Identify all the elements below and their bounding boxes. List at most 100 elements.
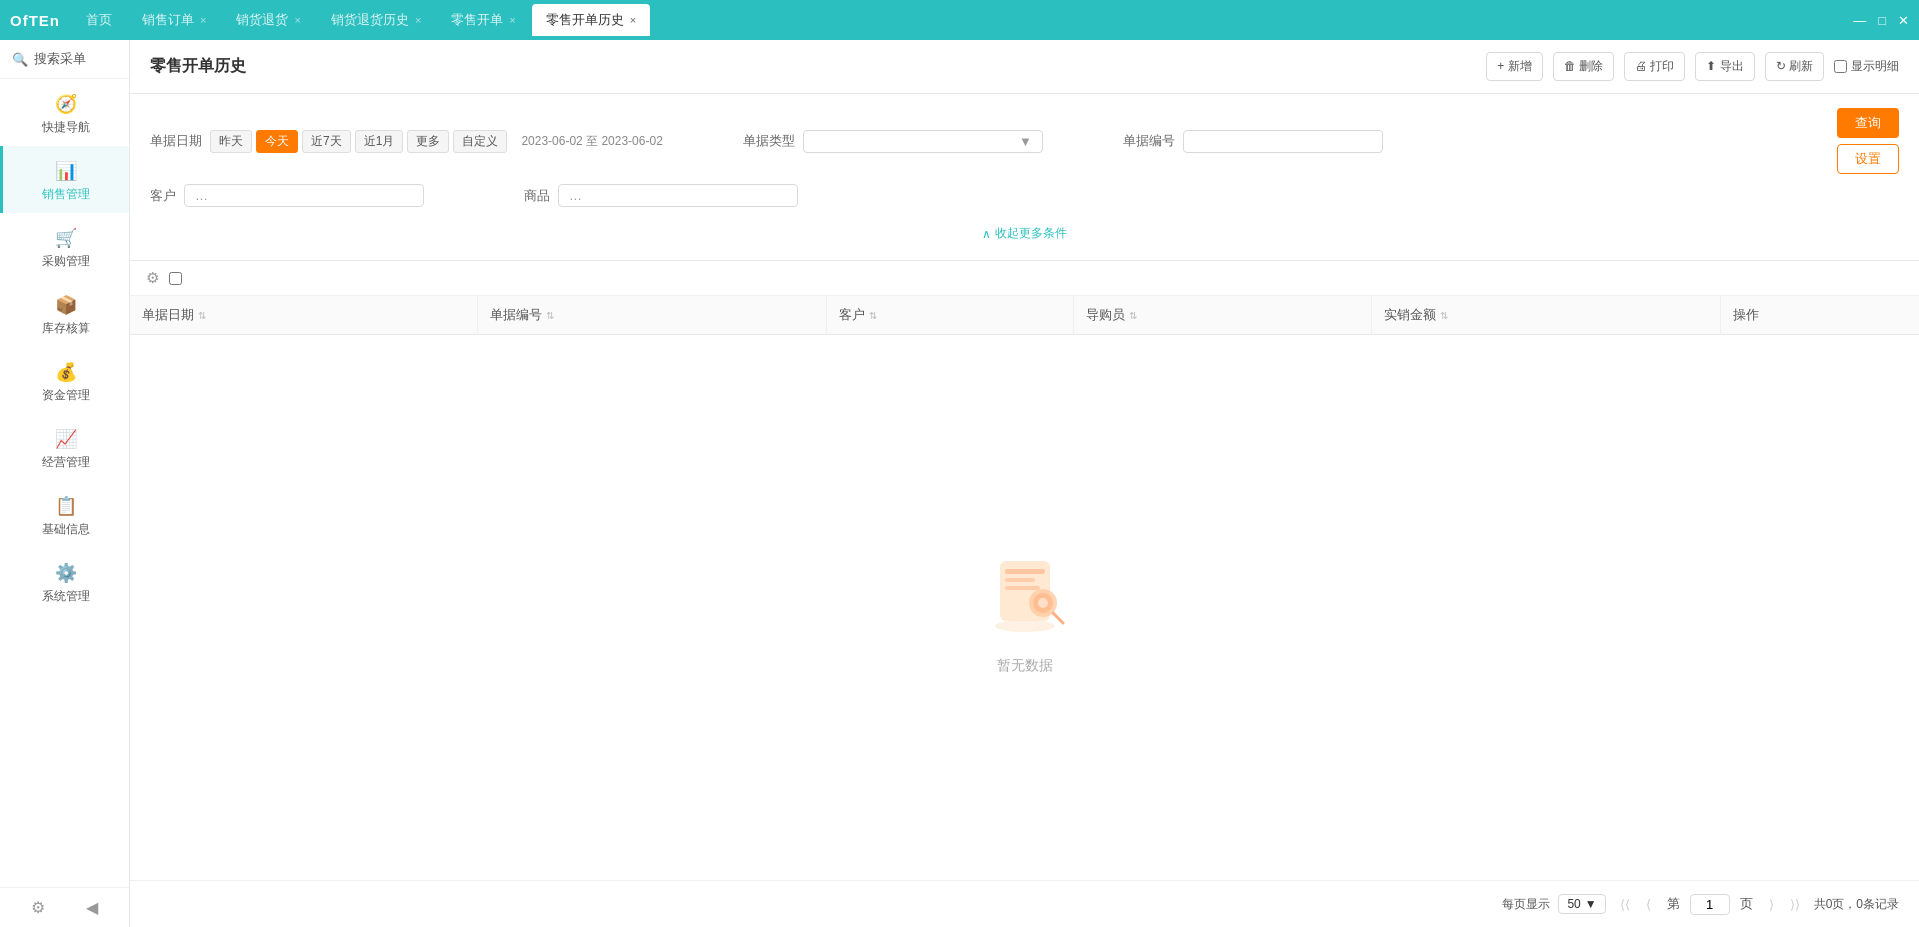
bill-type-label: 单据类型 (743, 132, 795, 150)
sidebar-item-finance[interactable]: 💰资金管理 (0, 347, 129, 414)
tab-sales-return[interactable]: 销货退货 × (222, 4, 314, 36)
page-nav: ⟨⟨ ⟨ 第 页 ⟩ ⟩⟩ (1614, 893, 1806, 915)
col-sort-customer[interactable]: 客户⇅ (839, 306, 1061, 324)
main-layout: 🔍 搜索采单 🧭快捷导航 📊 销售管理 🛒采购管理📦库存核算💰资金管理📈经营管理📋基础… (0, 40, 1919, 927)
bill-no-filter-group: 单据编号 (1123, 130, 1383, 153)
bill-no-input[interactable] (1183, 130, 1383, 153)
page-input[interactable] (1690, 894, 1730, 915)
collapse-sidebar-icon[interactable]: ◀ (86, 898, 98, 917)
collapse-button[interactable]: ∧ 收起更多条件 (972, 221, 1077, 246)
setting-button[interactable]: 设置 (1837, 144, 1899, 174)
date-buttons: 昨天今天近7天近1月更多自定义 (210, 130, 507, 153)
close-btn[interactable]: ✕ (1898, 13, 1909, 28)
bill-type-select[interactable]: ▼ (803, 130, 1043, 153)
col-header-number[interactable]: 单据编号⇅ (477, 296, 826, 335)
tab-label-sales-return-history: 销货退货历史 (331, 11, 409, 29)
tab-retail-history[interactable]: 零售开单历史 × (532, 4, 650, 36)
collapse-row: ∧ 收起更多条件 (150, 217, 1899, 246)
display-cols-label[interactable]: 显示明细 (1834, 58, 1899, 75)
page-size-arrow: ▼ (1585, 897, 1597, 911)
sales-mgmt-icon: 📊 (55, 160, 77, 182)
tab-close-retail-open[interactable]: × (509, 14, 515, 26)
date-btn-custom[interactable]: 自定义 (453, 130, 507, 153)
sidebar-label-sales-mgmt: 销售管理 (42, 186, 90, 203)
quick-nav-icon: 🧭 (55, 93, 77, 115)
last-page-btn[interactable]: ⟩⟩ (1784, 895, 1806, 914)
filter-row-1: 单据日期 昨天今天近7天近1月更多自定义 2023-06-02 至 2023-0… (150, 108, 1899, 174)
page-title: 零售开单历史 (150, 56, 246, 77)
svg-line-7 (1053, 613, 1063, 623)
svg-rect-3 (1005, 578, 1035, 582)
col-label-customer: 客户 (839, 306, 865, 324)
sidebar-item-quick-nav[interactable]: 🧭快捷导航 (0, 79, 129, 146)
table-area: ⚙ 单据日期⇅单据编号⇅客户⇅导购员⇅实销金额⇅操作 (130, 261, 1919, 880)
svg-rect-2 (1005, 569, 1045, 574)
col-sort-amount[interactable]: 实销金额⇅ (1384, 306, 1708, 324)
date-btn-more[interactable]: 更多 (407, 130, 449, 153)
refresh-button[interactable]: ↻ 刷新 (1765, 52, 1824, 81)
collapse-up-icon: ∧ (982, 227, 991, 241)
date-btn-today[interactable]: 今天 (256, 130, 298, 153)
date-range: 2023-06-02 至 2023-06-02 (521, 133, 662, 150)
brand-text: OfTEn (10, 12, 60, 29)
tab-close-sales-return-history[interactable]: × (415, 14, 421, 26)
sidebar-label-purchase-mgmt: 采购管理 (42, 253, 90, 270)
tab-close-sales-return[interactable]: × (294, 14, 300, 26)
basic-info-icon: 📋 (55, 495, 77, 517)
col-sort-guide[interactable]: 导购员⇅ (1086, 306, 1359, 324)
select-all-checkbox[interactable] (169, 272, 182, 285)
product-input[interactable]: … (558, 184, 798, 207)
sidebar-item-sales-mgmt[interactable]: 📊 销售管理 (0, 146, 129, 213)
customer-input[interactable]: … (184, 184, 424, 207)
tab-sales-return-history[interactable]: 销货退货历史 × (317, 4, 435, 36)
sidebar-item-operations[interactable]: 📈经营管理 (0, 414, 129, 481)
table-settings-icon[interactable]: ⚙ (146, 269, 159, 287)
minimize-btn[interactable]: — (1853, 13, 1866, 28)
maximize-btn[interactable]: □ (1878, 13, 1886, 28)
tab-close-sales-order[interactable]: × (200, 14, 206, 26)
product-filter-group: 商品 … (524, 184, 798, 207)
col-header-customer[interactable]: 客户⇅ (826, 296, 1073, 335)
display-cols-checkbox[interactable] (1834, 60, 1847, 73)
date-btn-last7[interactable]: 近7天 (302, 130, 351, 153)
tab-sales-order[interactable]: 销售订单 × (128, 4, 220, 36)
pagination: 每页显示 50 ▼ ⟨⟨ ⟨ 第 页 ⟩ ⟩⟩ 共0页，0条记录 (130, 880, 1919, 927)
col-label-guide: 导购员 (1086, 306, 1125, 324)
table-toolbar: ⚙ (130, 261, 1919, 296)
col-sort-date[interactable]: 单据日期⇅ (142, 306, 465, 324)
sidebar-item-basic-info[interactable]: 📋基础信息 (0, 481, 129, 548)
date-btn-last_month[interactable]: 近1月 (355, 130, 404, 153)
next-page-btn[interactable]: ⟩ (1763, 895, 1780, 914)
sidebar-items: 🧭快捷导航 📊 销售管理 🛒采购管理📦库存核算💰资金管理📈经营管理📋基础信息⚙️系统管… (0, 79, 129, 615)
print-button[interactable]: 🖨 打印 (1624, 52, 1685, 81)
col-header-guide[interactable]: 导购员⇅ (1074, 296, 1372, 335)
bill-no-label: 单据编号 (1123, 132, 1175, 150)
prev-page-btn[interactable]: ⟨ (1640, 895, 1657, 914)
sidebar-search-label: 搜索采单 (34, 50, 86, 68)
page-size-value: 50 (1567, 897, 1580, 911)
col-sort-number[interactable]: 单据编号⇅ (490, 306, 814, 324)
tab-retail-open[interactable]: 零售开单 × (437, 4, 529, 36)
sidebar-bottom: ⚙ ◀ (0, 887, 129, 927)
sidebar-item-sys-mgmt[interactable]: ⚙️系统管理 (0, 548, 129, 615)
sidebar-search[interactable]: 🔍 搜索采单 (0, 40, 129, 79)
page-size-select[interactable]: 50 ▼ (1558, 894, 1605, 914)
first-page-btn[interactable]: ⟨⟨ (1614, 895, 1636, 914)
sidebar-item-purchase-mgmt[interactable]: 🛒采购管理 (0, 213, 129, 280)
col-header-date[interactable]: 单据日期⇅ (130, 296, 477, 335)
add-button[interactable]: + 新增 (1486, 52, 1542, 81)
tab-close-retail-history[interactable]: × (630, 14, 636, 26)
tab-home[interactable]: 首页 (72, 4, 126, 36)
tabs-container: 首页销售订单 ×销货退货 ×销货退货历史 ×零售开单 ×零售开单历史 × (72, 4, 650, 36)
tab-bar: OfTEn 首页销售订单 ×销货退货 ×销货退货历史 ×零售开单 ×零售开单历史… (10, 4, 1853, 36)
per-page-label: 每页显示 (1502, 896, 1550, 913)
settings-icon[interactable]: ⚙ (31, 898, 45, 917)
col-header-amount[interactable]: 实销金额⇅ (1372, 296, 1721, 335)
sidebar-item-inventory[interactable]: 📦库存核算 (0, 280, 129, 347)
delete-button[interactable]: 🗑 删除 (1553, 52, 1614, 81)
sort-icon-date: ⇅ (198, 310, 206, 321)
query-button[interactable]: 查询 (1837, 108, 1899, 138)
export-button[interactable]: ⬆ 导出 (1695, 52, 1754, 81)
empty-text: 暂无数据 (997, 657, 1053, 675)
date-btn-yesterday[interactable]: 昨天 (210, 130, 252, 153)
